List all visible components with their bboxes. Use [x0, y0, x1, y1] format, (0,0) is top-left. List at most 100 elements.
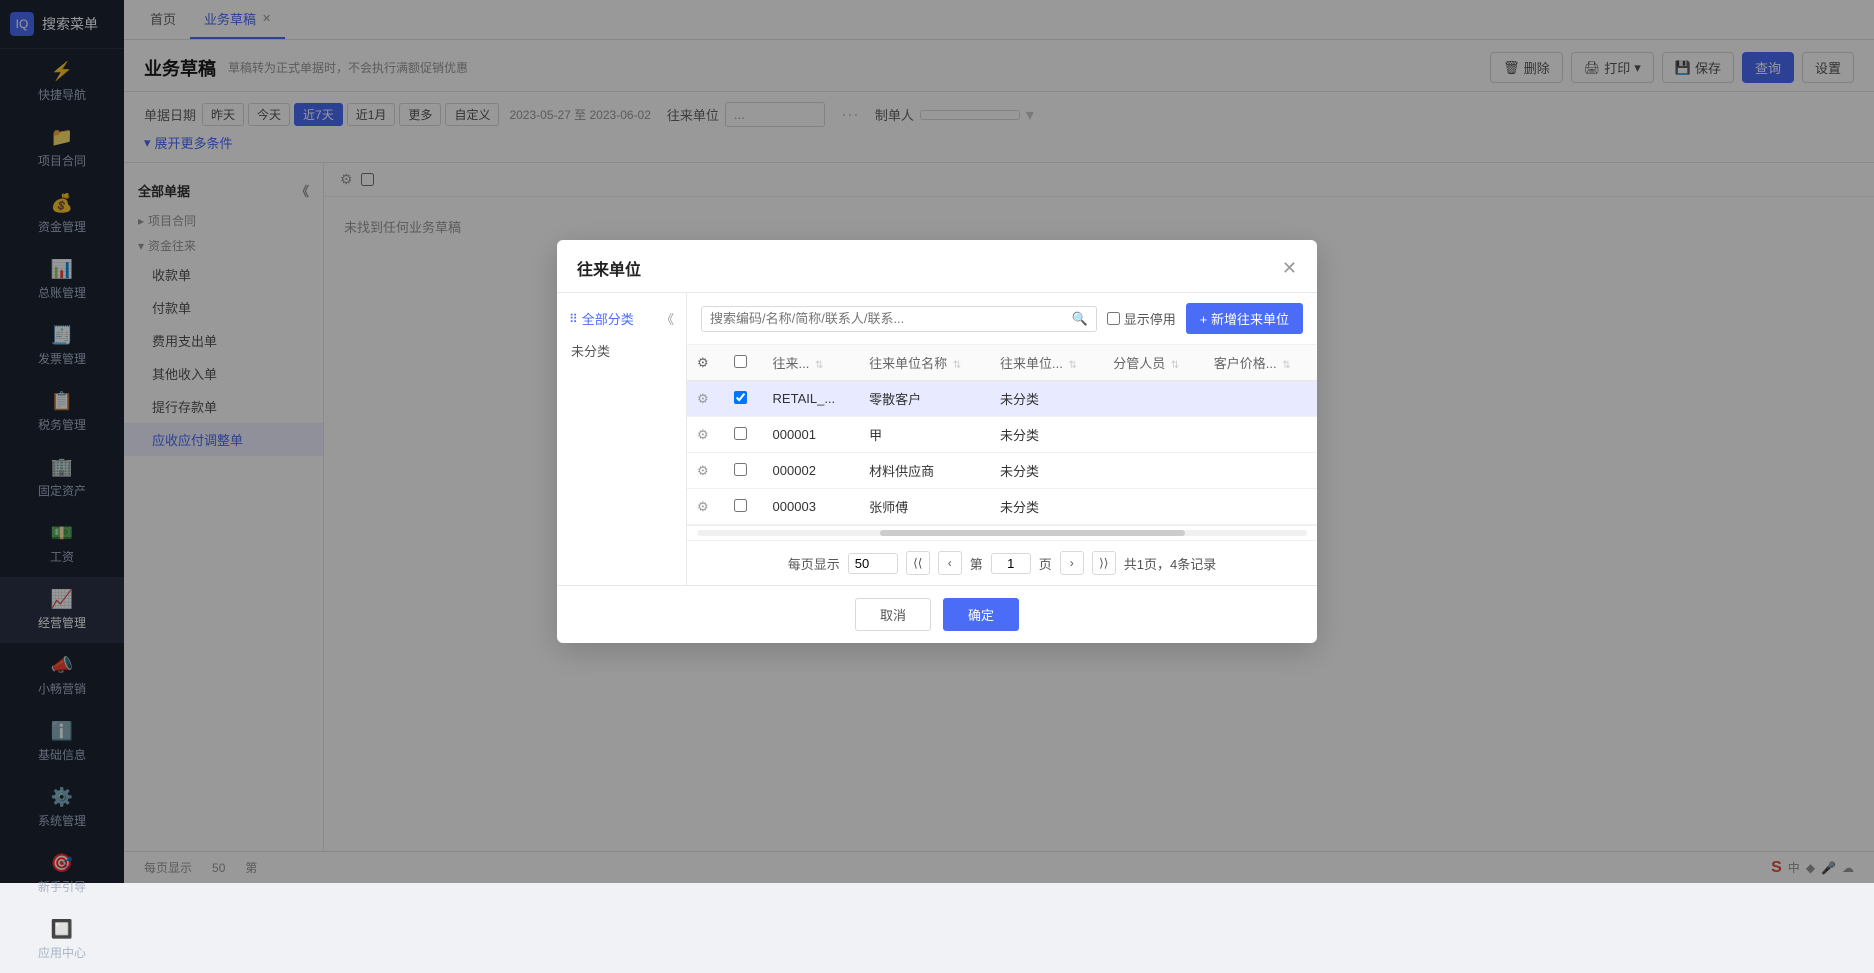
- th-code: 往来... ⇅: [763, 345, 860, 381]
- cat-item-uncategorized[interactable]: 未分类: [557, 334, 686, 367]
- row-salesperson-cell: [1103, 381, 1204, 417]
- row-settings-icon[interactable]: ⚙: [697, 499, 709, 514]
- th-name: 往来单位名称 ⇅: [859, 345, 990, 381]
- dialog-right-panel: 🔍 显示停用 + 新增往来单位 ⚙: [687, 293, 1317, 585]
- table-body: ⚙ RETAIL_... 零散客户 未分类 ⚙ 000001 甲 未分类 ⚙ 0…: [687, 381, 1317, 525]
- row-category-cell: 未分类: [990, 453, 1103, 489]
- row-code-cell: RETAIL_...: [763, 381, 860, 417]
- select-all-checkbox[interactable]: [734, 355, 747, 368]
- dialog-close-btn[interactable]: ✕: [1282, 259, 1297, 277]
- th-salesperson: 分管人员 ⇅: [1103, 345, 1204, 381]
- search-icon: 🔍: [1072, 311, 1088, 327]
- row-code-cell: 000001: [763, 417, 860, 453]
- row-settings-icon[interactable]: ⚙: [697, 427, 709, 442]
- price-cat-sort-icon: ⇅: [1282, 360, 1290, 371]
- prev-page-btn[interactable]: ‹: [938, 551, 962, 575]
- cat-collapse-btn[interactable]: 《: [661, 309, 674, 328]
- total-label: 共1页，4条记录: [1124, 554, 1216, 573]
- dialog-header: 往来单位 ✕: [557, 240, 1317, 293]
- row-price-cat-cell: [1204, 453, 1317, 489]
- th-settings: ⚙: [687, 345, 724, 381]
- app-center-icon: 🔲: [51, 919, 73, 940]
- cat-header-content: ⠿ 全部分类: [569, 309, 634, 328]
- row-checkbox[interactable]: [734, 427, 747, 440]
- code-sort-icon: ⇅: [815, 360, 823, 371]
- next-page-btn[interactable]: ›: [1060, 551, 1084, 575]
- page-label: 第: [970, 554, 983, 573]
- row-settings-cell: ⚙: [687, 381, 724, 417]
- row-price-cat-cell: [1204, 417, 1317, 453]
- table-row[interactable]: ⚙ 000001 甲 未分类: [687, 417, 1317, 453]
- row-name-cell: 材料供应商: [859, 453, 990, 489]
- row-salesperson-cell: [1103, 417, 1204, 453]
- row-salesperson-cell: [1103, 489, 1204, 525]
- last-page-btn[interactable]: ⟩⟩: [1092, 551, 1116, 575]
- row-checkbox[interactable]: [734, 499, 747, 512]
- cat-header-label: 全部分类: [582, 309, 634, 328]
- row-category-cell: 未分类: [990, 417, 1103, 453]
- row-name-cell: 零散客户: [859, 381, 990, 417]
- row-category-cell: 未分类: [990, 381, 1103, 417]
- page-size-label: 每页显示: [788, 554, 840, 573]
- add-partner-button[interactable]: + 新增往来单位: [1186, 303, 1303, 334]
- partner-table: ⚙ 往来... ⇅ 往来单位名称 ⇅: [687, 345, 1317, 525]
- th-price-cat-label: 客户价格...: [1214, 356, 1277, 371]
- row-settings-icon[interactable]: ⚙: [697, 463, 709, 478]
- row-code-cell: 000002: [763, 453, 860, 489]
- page-input[interactable]: [991, 553, 1031, 574]
- cat-header: ⠿ 全部分类 《: [557, 303, 686, 334]
- th-price-cat: 客户价格... ⇅: [1204, 345, 1317, 381]
- row-settings-cell: ⚙: [687, 453, 724, 489]
- first-page-btn[interactable]: ⟨⟨: [906, 551, 930, 575]
- scrollbar-track: [697, 530, 1307, 536]
- row-settings-cell: ⚙: [687, 417, 724, 453]
- row-checkbox[interactable]: [734, 463, 747, 476]
- dialog-toolbar: 🔍 显示停用 + 新增往来单位: [687, 293, 1317, 345]
- row-settings-icon[interactable]: ⚙: [697, 391, 709, 406]
- settings-icon[interactable]: ⚙: [697, 355, 709, 370]
- row-category-cell: 未分类: [990, 489, 1103, 525]
- category-sidebar: ⠿ 全部分类 《 未分类: [557, 293, 687, 585]
- salesperson-sort-icon: ⇅: [1171, 360, 1179, 371]
- scrollbar-thumb[interactable]: [880, 530, 1185, 536]
- show-disabled-text: 显示停用: [1124, 309, 1176, 328]
- row-price-cat-cell: [1204, 381, 1317, 417]
- show-disabled-label[interactable]: 显示停用: [1107, 309, 1176, 328]
- row-code-cell: 000003: [763, 489, 860, 525]
- row-name-cell: 张师傅: [859, 489, 990, 525]
- th-category-label: 往来单位...: [1000, 356, 1063, 371]
- category-sort-icon: ⇅: [1069, 360, 1077, 371]
- row-settings-cell: ⚙: [687, 489, 724, 525]
- row-checkbox-cell: [724, 417, 763, 453]
- dialog-body: ⠿ 全部分类 《 未分类 🔍 显示停用: [557, 293, 1317, 585]
- row-checkbox-cell: [724, 381, 763, 417]
- partner-search-input[interactable]: [710, 311, 1066, 326]
- add-partner-label: + 新增往来单位: [1200, 309, 1289, 328]
- cancel-button[interactable]: 取消: [855, 598, 931, 631]
- th-salesperson-label: 分管人员: [1113, 356, 1165, 371]
- dialog-data-table: ⚙ 往来... ⇅ 往来单位名称 ⇅: [687, 345, 1317, 525]
- row-price-cat-cell: [1204, 489, 1317, 525]
- page-end-label: 页: [1039, 554, 1052, 573]
- row-checkbox-cell: [724, 453, 763, 489]
- confirm-button[interactable]: 确定: [943, 598, 1019, 631]
- table-head: ⚙ 往来... ⇅ 往来单位名称 ⇅: [687, 345, 1317, 381]
- table-row[interactable]: ⚙ RETAIL_... 零散客户 未分类: [687, 381, 1317, 417]
- page-size-select[interactable]: 50 20 100: [848, 553, 898, 574]
- table-row[interactable]: ⚙ 000002 材料供应商 未分类: [687, 453, 1317, 489]
- dialog-overlay[interactable]: 往来单位 ✕ ⠿ 全部分类 《 未分类: [0, 0, 1874, 883]
- row-checkbox[interactable]: [734, 391, 747, 404]
- table-row[interactable]: ⚙ 000003 张师傅 未分类: [687, 489, 1317, 525]
- sidebar-item-label: 应用中心: [38, 944, 86, 961]
- name-sort-icon: ⇅: [953, 360, 961, 371]
- partner-dialog: 往来单位 ✕ ⠿ 全部分类 《 未分类: [557, 240, 1317, 643]
- row-salesperson-cell: [1103, 453, 1204, 489]
- show-disabled-checkbox[interactable]: [1107, 312, 1120, 325]
- dialog-pagination: 每页显示 50 20 100 ⟨⟨ ‹ 第 页 › ⟩⟩ 共1页，4条记录: [687, 540, 1317, 585]
- table-header-row: ⚙ 往来... ⇅ 往来单位名称 ⇅: [687, 345, 1317, 381]
- dialog-scrollbar[interactable]: [687, 525, 1317, 540]
- sidebar-item-app-center[interactable]: 🔲 应用中心: [0, 907, 124, 973]
- dialog-footer: 取消 确定: [557, 585, 1317, 643]
- th-name-label: 往来单位名称: [869, 356, 947, 371]
- grid-icon: ⠿: [569, 312, 578, 326]
